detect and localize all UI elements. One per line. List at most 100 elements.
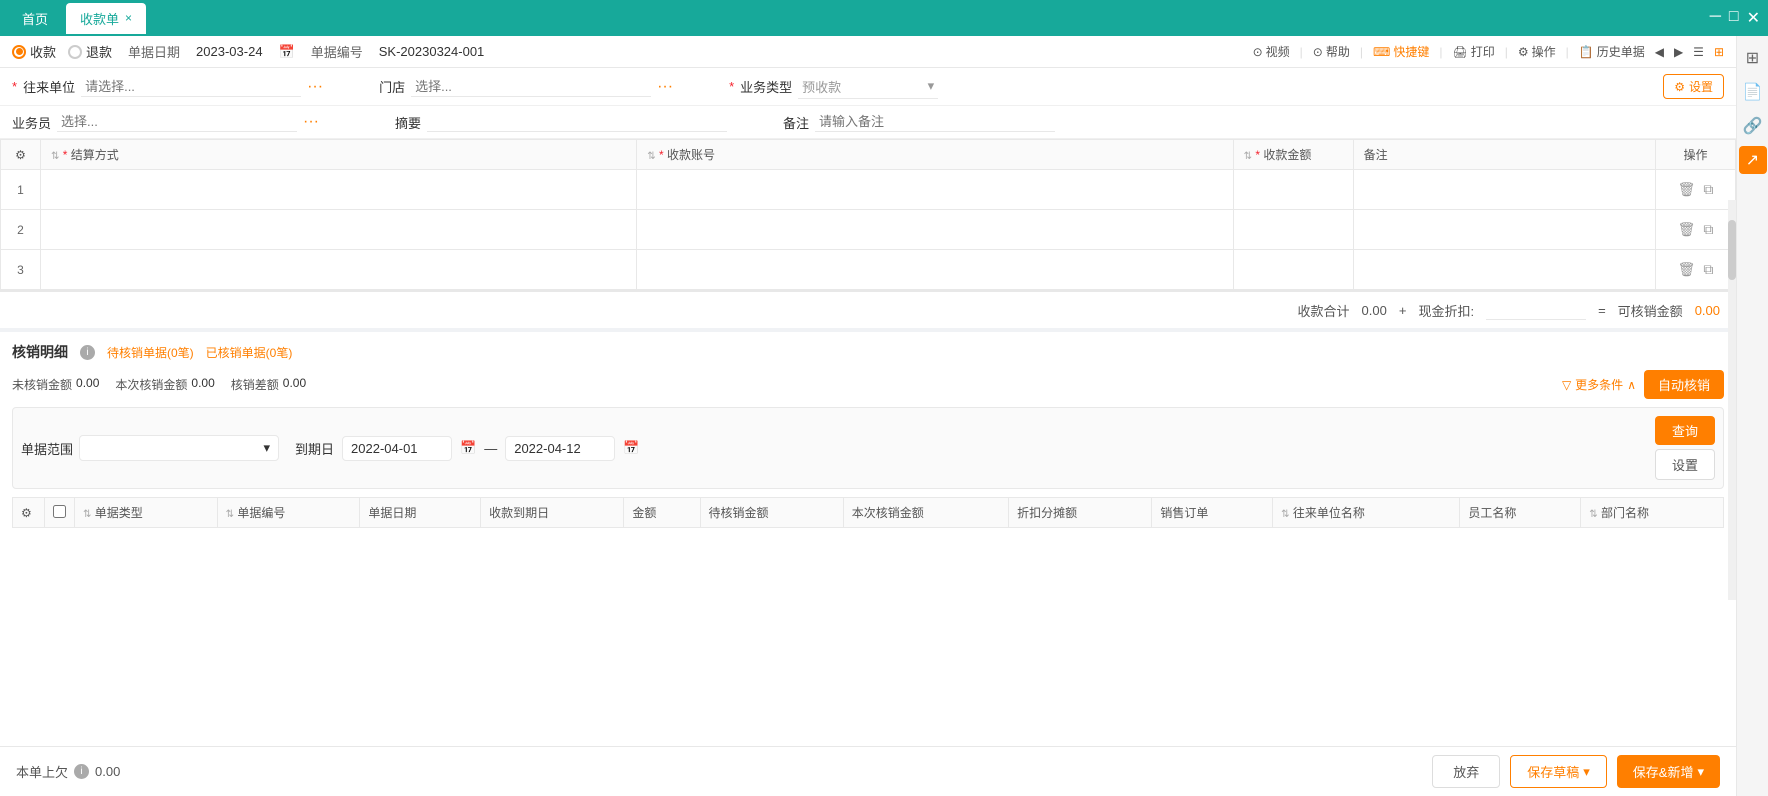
cell-account-3[interactable] — [637, 250, 1233, 290]
minimize-icon[interactable]: ─ — [1710, 8, 1721, 28]
save-label: 保存&新增 — [1633, 762, 1694, 781]
close-window-icon[interactable]: ✕ — [1747, 8, 1760, 28]
current-stat: 本次核销金额 0.00 — [115, 376, 214, 393]
required-star-2: * — [729, 79, 734, 94]
setting-button[interactable]: ⚙ 设置 — [1663, 74, 1724, 99]
col-settle-method: ⇅ * 结算方式 — [41, 140, 637, 170]
filter-setting-btn[interactable]: 设置 — [1655, 449, 1715, 480]
row-num-1: 1 — [1, 170, 41, 210]
nav-next-icon[interactable]: ▶ — [1674, 45, 1683, 59]
employee-input[interactable] — [57, 112, 297, 132]
cell-settle-2[interactable] — [41, 210, 637, 250]
balance-info-icon[interactable]: i — [74, 764, 89, 779]
receipt-type-group: 收款 退款 — [12, 42, 112, 61]
query-btn[interactable]: 查询 — [1655, 416, 1715, 445]
refund-radio[interactable]: 退款 — [68, 42, 112, 61]
cell-remark-3[interactable] — [1353, 250, 1655, 290]
pending-tab[interactable]: 待核销单据(0笔) — [107, 344, 194, 361]
sort-icon-3[interactable]: ⇅ — [1244, 151, 1252, 162]
list-view-icon[interactable]: ☰ — [1693, 45, 1704, 59]
delete-icon-1[interactable]: 🗑 — [1678, 181, 1696, 198]
cell-amount-2[interactable] — [1233, 210, 1353, 250]
employee-label: 业务员 — [12, 113, 51, 132]
cell-account-2[interactable] — [637, 210, 1233, 250]
history-btn[interactable]: 📋 历史单据 — [1579, 43, 1645, 60]
tab-close-icon[interactable]: × — [125, 11, 132, 25]
print-btn[interactable]: 🖨 打印 — [1452, 43, 1494, 60]
select-all-checkbox[interactable] — [53, 505, 66, 518]
copy-icon-3[interactable]: ⧉ — [1703, 261, 1713, 278]
counterpart-more-btn[interactable]: ··· — [307, 78, 323, 96]
sort-icon-2[interactable]: ⇅ — [647, 151, 655, 162]
col-current-amount: 本次核销金额 — [843, 498, 1008, 528]
sidebar-link-icon[interactable]: 🔗 — [1739, 112, 1767, 140]
cell-amount-1[interactable] — [1233, 170, 1353, 210]
sidebar-doc-icon[interactable]: 📄 — [1739, 78, 1767, 106]
save-btn[interactable]: 保存&新增 ▾ — [1617, 755, 1720, 788]
scrollbar[interactable] — [1728, 200, 1736, 600]
nav-prev-icon[interactable]: ◀ — [1655, 45, 1664, 59]
col-pending-amount: 待核销金额 — [700, 498, 843, 528]
store-input[interactable] — [411, 77, 651, 97]
cell-remark-1[interactable] — [1353, 170, 1655, 210]
grid-view-icon[interactable]: ⊞ — [1714, 45, 1724, 59]
more-filter-btn[interactable]: ▽ 更多条件 ∧ — [1562, 376, 1636, 393]
auto-verify-btn[interactable]: 自动核销 — [1644, 370, 1724, 399]
filter-actions: ▽ 更多条件 ∧ 自动核销 — [1562, 370, 1724, 399]
employee-more-btn[interactable]: ··· — [303, 113, 319, 131]
discard-btn[interactable]: 放弃 — [1432, 755, 1500, 788]
scrollbar-thumb[interactable] — [1728, 220, 1736, 280]
date-to-input[interactable] — [505, 436, 615, 461]
counterpart-input[interactable] — [81, 77, 301, 97]
sidebar-table-icon[interactable]: ⊞ — [1739, 44, 1767, 72]
info-icon[interactable]: i — [80, 345, 95, 360]
copy-icon-2[interactable]: ⧉ — [1703, 221, 1713, 238]
draft-arrow-icon[interactable]: ▾ — [1583, 764, 1590, 780]
verify-header: 核销明细 i 待核销单据(0笔) 已核销单据(0笔) — [12, 342, 1724, 362]
summary-row: 收款合计 0.00 + 现金折扣: = 可核销金额 0.00 — [0, 291, 1736, 328]
range-select[interactable]: ▾ — [79, 435, 279, 461]
col-action: 操作 — [1656, 140, 1736, 170]
table-settings-icon[interactable]: ⚙ — [15, 148, 26, 162]
calendar-icon[interactable]: 📅 — [279, 44, 295, 60]
discount-label: 现金折扣: — [1418, 301, 1474, 320]
video-btn[interactable]: ⊙ 视频 — [1253, 43, 1290, 60]
col-settings[interactable]: ⚙ — [1, 140, 41, 170]
delete-icon-3[interactable]: 🗑 — [1678, 261, 1696, 278]
help-btn[interactable]: ⊙ 帮助 — [1313, 43, 1350, 60]
operation-btn[interactable]: ⚙ 操作 — [1518, 43, 1556, 60]
draft-label: 保存草稿 — [1527, 762, 1579, 781]
calendar-icon-2[interactable]: 📅 — [460, 440, 476, 456]
store-more-btn[interactable]: ··· — [657, 78, 673, 96]
remark-input[interactable] — [815, 112, 1055, 132]
sidebar-active-icon[interactable]: ↗ — [1739, 146, 1767, 174]
col-settings-2[interactable]: ⚙ — [13, 498, 45, 528]
biz-type-select[interactable]: 预收款 ▾ — [798, 75, 938, 99]
calendar-icon-3[interactable]: 📅 — [623, 440, 639, 456]
tab-receipt[interactable]: 收款单 × — [66, 3, 146, 34]
done-tab[interactable]: 已核销单据(0笔) — [206, 344, 293, 361]
draft-btn[interactable]: 保存草稿 ▾ — [1510, 755, 1607, 788]
filter-icon: ▽ — [1562, 378, 1571, 392]
copy-icon-1[interactable]: ⧉ — [1703, 181, 1713, 198]
cell-account-1[interactable] — [637, 170, 1233, 210]
doc-date-value: 2023-03-24 — [196, 44, 263, 59]
sort-icon[interactable]: ⇅ — [51, 151, 59, 162]
tab-home[interactable]: 首页 — [8, 3, 62, 34]
shortcut-btn[interactable]: ⌨ 快捷键 — [1373, 43, 1429, 60]
cell-settle-1[interactable] — [41, 170, 637, 210]
save-arrow-icon[interactable]: ▾ — [1697, 764, 1704, 780]
date-separator: — — [484, 441, 497, 456]
data-table-section: ⚙ ⇅ * 结算方式 ⇅ * 收款账号 — [0, 139, 1736, 291]
discount-input[interactable] — [1486, 300, 1586, 320]
cell-remark-2[interactable] — [1353, 210, 1655, 250]
delete-icon-2[interactable]: 🗑 — [1678, 221, 1696, 238]
maximize-icon[interactable]: □ — [1729, 8, 1739, 28]
receipt-radio[interactable]: 收款 — [12, 42, 56, 61]
cell-amount-3[interactable] — [1233, 250, 1353, 290]
verify-title: 核销明细 — [12, 342, 68, 362]
date-from-input[interactable] — [342, 436, 452, 461]
toolbar-actions: ⊙ 视频 | ⊙ 帮助 | ⌨ 快捷键 | 🖨 打印 | ⚙ 操作 | 📋 历史… — [1253, 43, 1724, 60]
cell-settle-3[interactable] — [41, 250, 637, 290]
summary-input[interactable] — [427, 112, 727, 132]
